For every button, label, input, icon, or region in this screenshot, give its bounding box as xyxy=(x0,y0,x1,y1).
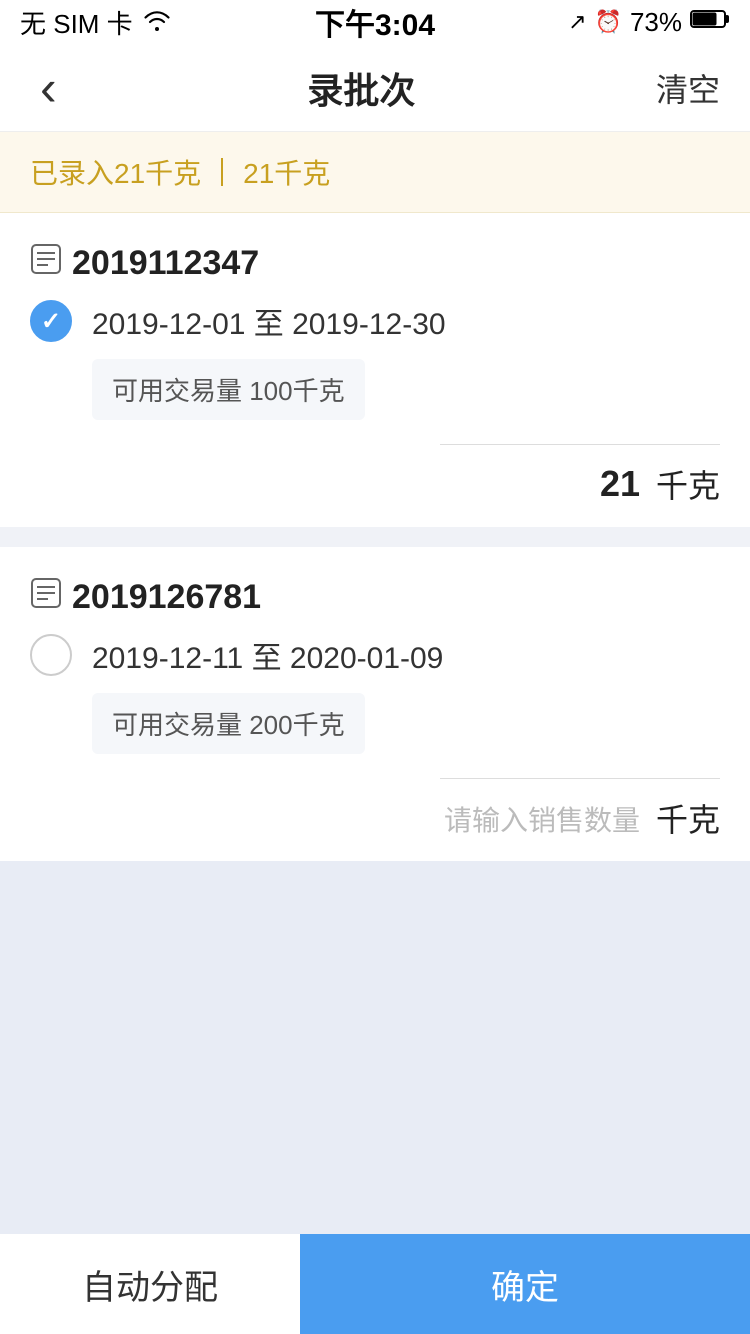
status-carrier: 无 SIM 卡 xyxy=(20,4,171,41)
batch-1-date: 2019-12-01 至 2019-12-30 xyxy=(92,299,446,343)
alarm-icon: ⏰ xyxy=(595,9,622,35)
batch-1-quantity-input[interactable] xyxy=(520,463,640,505)
recorded-amount: 已录入21千克 xyxy=(30,152,201,192)
status-time: 下午3:04 xyxy=(315,0,435,44)
summary-bar: 已录入21千克 21千克 xyxy=(0,132,750,213)
batch-2-header: 2019126781 xyxy=(30,577,720,617)
nav-bar: ‹ 录批次 清空 xyxy=(0,44,750,132)
batch-card-1: 2019112347 ✓ 2019-12-01 至 2019-12-30 可用交… xyxy=(0,213,750,527)
batch-2-quantity-row: 千克 xyxy=(30,779,720,841)
batch-2-quantity-input[interactable] xyxy=(340,797,640,839)
carrier-text: 无 SIM 卡 xyxy=(20,4,133,41)
batch-2-date: 2019-12-11 至 2020-01-09 xyxy=(92,633,443,677)
batch-2-radio[interactable] xyxy=(30,634,72,676)
batch-2-date-row[interactable]: 2019-12-11 至 2020-01-09 xyxy=(30,633,720,677)
location-icon: ↗ xyxy=(568,9,586,35)
batch-1-quantity-row: 千克 xyxy=(30,445,720,507)
clear-button[interactable]: 清空 xyxy=(656,65,720,111)
batch-2-avail: 可用交易量 200千克 xyxy=(92,693,365,754)
auto-distribute-button[interactable]: 自动分配 xyxy=(0,1234,300,1334)
bottom-area xyxy=(0,861,750,1281)
page-title: 录批次 xyxy=(307,62,415,114)
batch-2-unit: 千克 xyxy=(656,795,720,841)
section-divider-1 xyxy=(0,527,750,547)
battery-text: 73% xyxy=(630,7,682,38)
batch-1-header: 2019112347 xyxy=(30,243,720,283)
batch-card-2: 2019126781 2019-12-11 至 2020-01-09 可用交易量… xyxy=(0,547,750,861)
batch-1-number: 2019112347 xyxy=(72,244,259,283)
total-amount: 21千克 xyxy=(243,152,330,192)
batch-2-icon xyxy=(30,577,62,617)
back-button[interactable]: ‹ xyxy=(30,53,67,123)
batch-1-date-row[interactable]: ✓ 2019-12-01 至 2019-12-30 xyxy=(30,299,720,343)
batch-2-avail-wrap: 可用交易量 200千克 xyxy=(30,693,720,754)
batch-1-avail: 可用交易量 100千克 xyxy=(92,359,365,420)
batch-2-number: 2019126781 xyxy=(72,578,261,617)
batch-1-avail-wrap: 可用交易量 100千克 xyxy=(30,359,720,420)
status-bar: 无 SIM 卡 下午3:04 ↗ ⏰ 73% xyxy=(0,0,750,44)
batch-1-radio[interactable]: ✓ xyxy=(30,300,72,342)
wifi-icon xyxy=(143,7,171,38)
summary-divider xyxy=(221,158,223,186)
batch-1-icon xyxy=(30,243,62,283)
battery-icon xyxy=(690,8,730,37)
confirm-button[interactable]: 确定 xyxy=(300,1234,750,1334)
batch-1-unit: 千克 xyxy=(656,461,720,507)
status-right: ↗ ⏰ 73% xyxy=(568,7,730,38)
check-icon: ✓ xyxy=(41,307,61,336)
bottom-buttons: 自动分配 确定 xyxy=(0,1234,750,1334)
